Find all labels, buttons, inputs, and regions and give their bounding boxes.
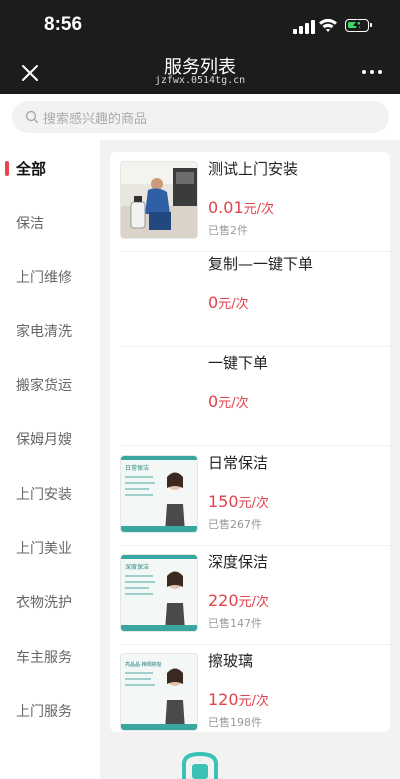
status-bar: 8:56 [0,0,400,52]
category-item-laundry[interactable]: 衣物洗护 [0,582,100,622]
service-home-icon[interactable] [180,752,220,779]
category-label: 上门服务 [16,704,72,720]
service-thumbnail: 日常保洁 [120,455,198,533]
sold-count: 已售198件 [208,716,262,729]
category-item-moving[interactable]: 搬家货运 [0,365,100,405]
category-label: 保洁 [16,216,44,232]
service-item[interactable]: 亮晶晶·精细擦窗 擦玻璃 120元/次 已售198件 [110,644,390,732]
category-sidebar: 全部 保洁 上门维修 家电清洗 搬家货运 保姆月嫂 上门安装 上门美业 衣物洗护… [0,140,100,779]
service-list: 测试上门安装 0.01元/次 已售2件 复制—一键下单 0元/次 一键下单 0元… [110,152,390,732]
cleaning-card-icon: 深度保洁 [121,555,197,631]
category-label: 全部 [16,160,47,178]
search-bar-area: 搜索感兴趣的商品 [0,94,400,140]
active-indicator [5,161,9,176]
sold-count: 已售267件 [208,518,262,531]
service-item[interactable]: 日常保洁 日常保洁 150元/次 已售267件 [110,446,390,546]
installer-photo-icon [121,162,197,238]
service-name: 测试上门安装 [208,160,299,178]
page-domain: jzfwx.0514tg.cn [154,75,246,86]
service-thumbnail [120,161,198,239]
category-item-repair[interactable]: 上门维修 [0,257,100,297]
sold-count: 已售2件 [208,224,248,237]
category-label: 保姆月嫂 [16,432,72,448]
service-item[interactable]: 复制—一键下单 0元/次 [110,247,390,347]
service-thumbnail: 亮晶晶·精细擦窗 [120,653,198,731]
sold-count: 已售147件 [208,617,262,630]
category-item-all[interactable]: 全部 [0,148,100,188]
wifi-icon [319,18,337,32]
category-item-beauty[interactable]: 上门美业 [0,528,100,568]
svg-text:亮晶晶·精细擦窗: 亮晶晶·精细擦窗 [125,661,162,668]
category-item-home-service[interactable]: 上门服务 [0,691,100,731]
category-label: 家电清洗 [16,324,72,340]
service-item[interactable]: 深度保洁 深度保洁 220元/次 已售147件 [110,545,390,645]
category-item-nanny[interactable]: 保姆月嫂 [0,419,100,459]
service-name: 擦玻璃 [208,652,254,670]
category-label: 上门维修 [16,270,72,286]
cleaning-card-icon: 日常保洁 [121,456,197,532]
service-item[interactable]: 一键下单 0元/次 [110,346,390,446]
service-name: 一键下单 [208,354,269,372]
service-price: 120元/次 [208,690,269,709]
search-placeholder: 搜索感兴趣的商品 [43,112,148,127]
service-name: 深度保洁 [208,553,269,571]
service-name: 复制—一键下单 [208,255,314,273]
search-icon [25,110,39,124]
service-price: 150元/次 [208,492,269,511]
more-options-icon[interactable] [360,64,384,80]
status-time: 8:56 [44,14,83,35]
category-label: 搬家货运 [16,378,72,394]
service-price: 220元/次 [208,591,269,610]
category-label: 上门美业 [16,541,72,557]
category-item-appliance-cleaning[interactable]: 家电清洗 [0,311,100,351]
service-name: 日常保洁 [208,454,269,472]
battery-charging-icon [345,19,372,32]
search-input[interactable]: 搜索感兴趣的商品 [12,101,389,133]
cellular-signal-icon [293,20,315,34]
service-item[interactable]: 测试上门安装 0.01元/次 已售2件 [110,152,390,252]
svg-text:日常保洁: 日常保洁 [125,464,149,472]
service-price: 0元/次 [208,392,249,411]
category-label: 衣物洗护 [16,595,72,611]
window-cleaning-card-icon: 亮晶晶·精细擦窗 [121,654,197,730]
category-label: 车主服务 [16,650,72,666]
category-item-installation[interactable]: 上门安装 [0,474,100,514]
service-price: 0.01元/次 [208,198,275,217]
navigation-bar: 服务列表 jzfwx.0514tg.cn [0,52,400,94]
svg-text:深度保洁: 深度保洁 [125,563,149,571]
service-thumbnail: 深度保洁 [120,554,198,632]
category-item-car[interactable]: 车主服务 [0,637,100,677]
category-label: 上门安装 [16,487,72,503]
service-price: 0元/次 [208,293,249,312]
category-item-cleaning[interactable]: 保洁 [0,203,100,243]
